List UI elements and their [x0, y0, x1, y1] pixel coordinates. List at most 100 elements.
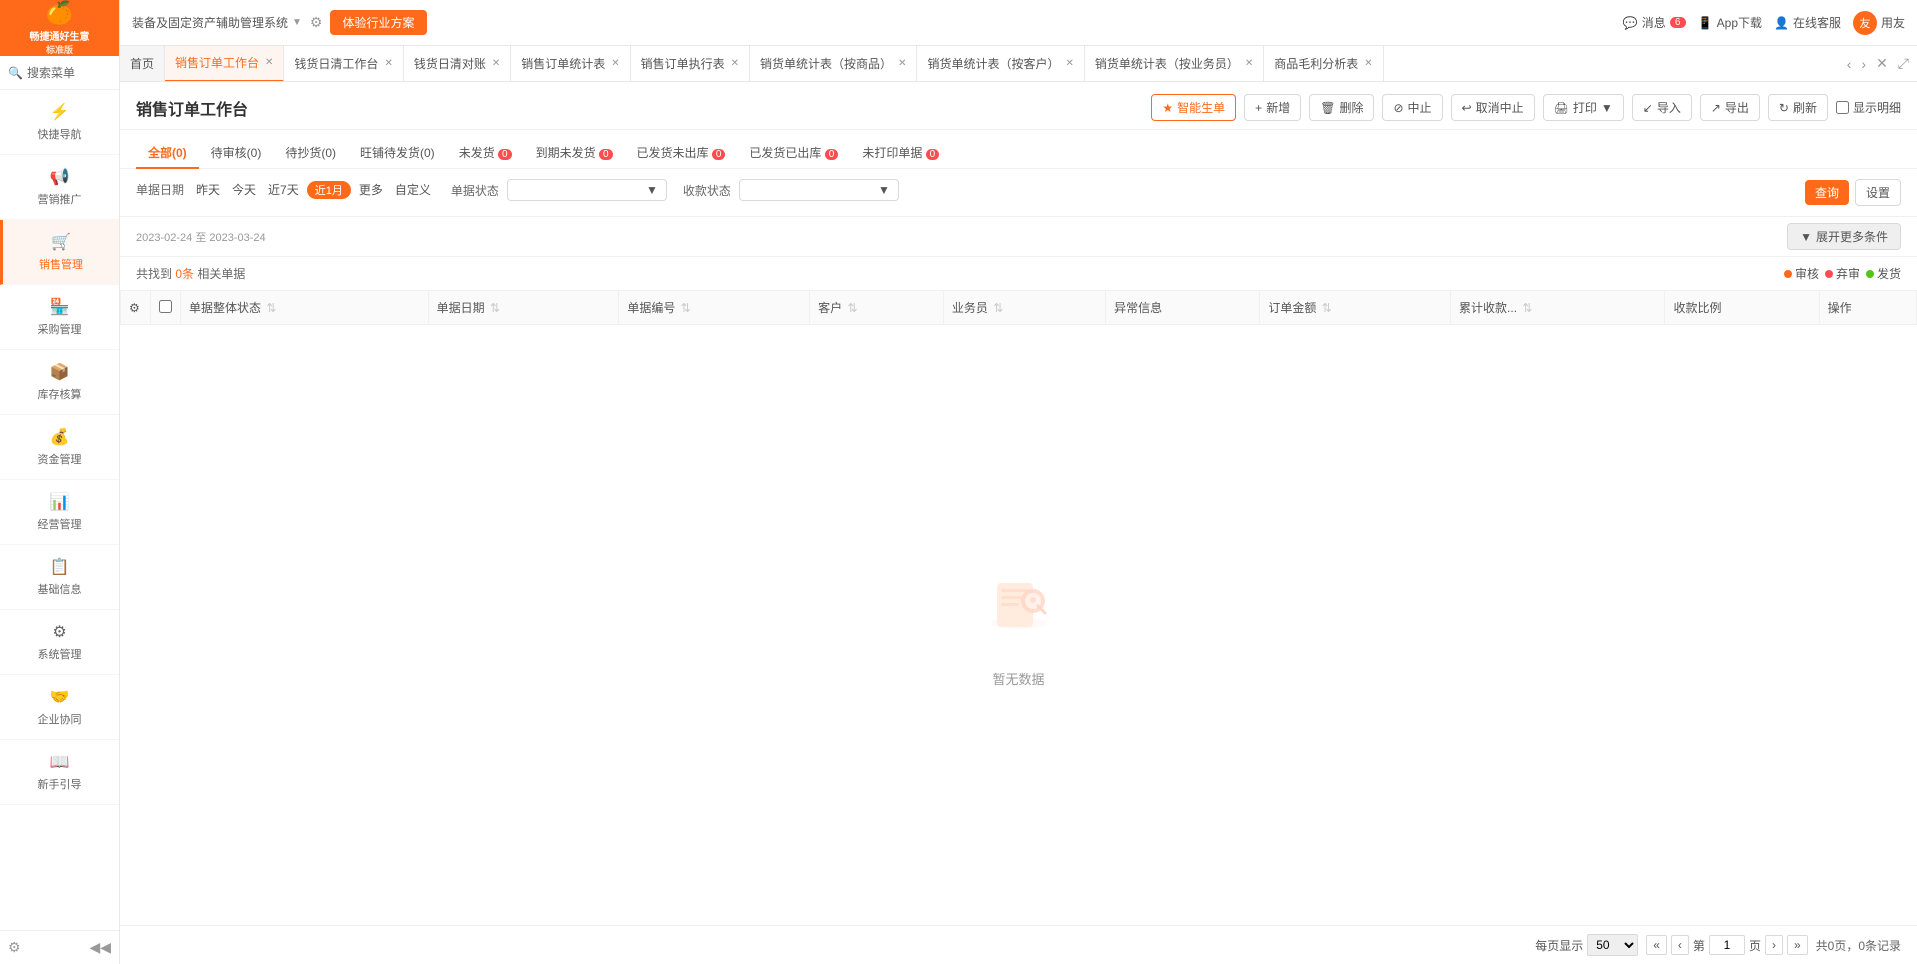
tab-close-cash-daily[interactable]: ✕ — [384, 58, 392, 69]
next-page-btn[interactable]: › — [1765, 935, 1783, 955]
sidebar-item-sales[interactable]: 🛒 销售管理 — [0, 220, 119, 285]
filter-status-select[interactable]: ▼ — [507, 179, 667, 201]
sidebar-item-quick-nav[interactable]: ⚡ 快捷导航 — [0, 90, 119, 155]
sidebar-item-operations[interactable]: 📊 经营管理 — [0, 480, 119, 545]
select-all-checkbox[interactable] — [159, 300, 172, 313]
ship-btn[interactable]: 发货 — [1866, 265, 1901, 282]
tab-sales-summary-product[interactable]: 销货单统计表（按商品） ✕ — [750, 46, 917, 82]
refresh-btn[interactable]: ↻ 刷新 — [1768, 94, 1828, 121]
tab-close-sales-summary-staff[interactable]: ✕ — [1245, 58, 1253, 69]
table-scroll[interactable]: ⚙ 单据整体状态 ⇅ 单据日期 ⇅ — [120, 290, 1917, 325]
tab-close-all-btn[interactable]: ✕ — [1872, 51, 1892, 76]
tab-gross-analysis[interactable]: 商品毛利分析表 ✕ — [1264, 46, 1383, 82]
smart-btn[interactable]: ★ 智能生单 — [1151, 94, 1236, 121]
date-btn-1month[interactable]: 近1月 — [307, 181, 351, 199]
th-gear[interactable]: ⚙ — [121, 291, 151, 325]
sidebar-item-marketing[interactable]: 📢 营销推广 — [0, 155, 119, 220]
tab-sales-exec[interactable]: 销售订单执行表 ✕ — [631, 46, 750, 82]
tab-next-btn[interactable]: › — [1857, 52, 1870, 76]
import-btn[interactable]: ↙ 导入 — [1632, 94, 1692, 121]
print-icon: 🖨 — [1554, 101, 1569, 115]
sidebar-item-purchase[interactable]: 🏪 采购管理 — [0, 285, 119, 350]
subtab-all[interactable]: 全部(0) — [136, 138, 199, 169]
sidebar-item-basic[interactable]: 📋 基础信息 — [0, 545, 119, 610]
suspend-btn[interactable]: ⊘ 中止 — [1382, 94, 1442, 121]
tab-close-sales-exec[interactable]: ✕ — [731, 58, 739, 69]
print-btn[interactable]: 🖨 打印 ▼ — [1543, 94, 1624, 121]
sidebar-item-inventory[interactable]: 📦 库存核算 — [0, 350, 119, 415]
th-status[interactable]: 单据整体状态 ⇅ — [181, 291, 429, 325]
date-btn-more[interactable]: 更多 — [355, 179, 387, 200]
tab-sales-stats[interactable]: 销售订单统计表 ✕ — [511, 46, 630, 82]
subtab-not-shipped[interactable]: 未发货 0 — [447, 138, 524, 169]
th-customer[interactable]: 客户 ⇅ — [810, 291, 944, 325]
tab-close-sales-stats[interactable]: ✕ — [611, 58, 619, 69]
topbar-message[interactable]: 💬 消息 6 — [1623, 14, 1686, 31]
subtab-wangpu[interactable]: 旺铺待发货(0) — [348, 138, 447, 169]
sidebar-settings-btn[interactable]: ⚙ — [8, 939, 21, 956]
tab-prev-btn[interactable]: ‹ — [1843, 52, 1856, 76]
filter-payment-select[interactable]: ▼ — [739, 179, 899, 201]
sidebar-item-enterprise[interactable]: 🤝 企业协同 — [0, 675, 119, 740]
topbar-user[interactable]: 友 用友 — [1853, 11, 1905, 35]
topbar-gear-icon[interactable]: ⚙ — [310, 14, 323, 31]
date-btn-7days[interactable]: 近7天 — [264, 179, 303, 200]
th-date[interactable]: 单据日期 ⇅ — [428, 291, 619, 325]
tab-sales-workbench[interactable]: 销售订单工作台 ✕ — [165, 46, 284, 82]
th-staff[interactable]: 业务员 ⇅ — [943, 291, 1105, 325]
subtab-overdue[interactable]: 到期未发货 0 — [524, 138, 625, 169]
star-icon: ★ — [1162, 101, 1173, 115]
subtab-pending-inspect[interactable]: 待抄货(0) — [273, 138, 348, 169]
query-btn[interactable]: 查询 — [1805, 180, 1849, 205]
subtab-shipped-not-out[interactable]: 已发货未出库 0 — [625, 138, 738, 169]
prev-page-btn[interactable]: ‹ — [1671, 935, 1689, 955]
search-menu[interactable]: 🔍 搜索菜单 — [0, 56, 119, 90]
tab-close-cash-reconcile[interactable]: ✕ — [492, 58, 500, 69]
th-collected[interactable]: 累计收款... ⇅ — [1451, 291, 1665, 325]
delete-btn[interactable]: 🗑 删除 — [1309, 94, 1374, 121]
tab-close-sales-summary-customer[interactable]: ✕ — [1065, 58, 1073, 69]
subtab-not-printed[interactable]: 未打印单据 0 — [850, 138, 951, 169]
app-icon: 📱 — [1698, 16, 1713, 30]
sidebar-item-system[interactable]: ⚙ 系统管理 — [0, 610, 119, 675]
th-number[interactable]: 单据编号 ⇅ — [619, 291, 810, 325]
tab-sales-summary-staff[interactable]: 销货单统计表（按业务员） ✕ — [1085, 46, 1264, 82]
sales-icon: 🛒 — [51, 232, 71, 252]
sidebar-item-guide[interactable]: 📖 新手引导 — [0, 740, 119, 805]
date-btn-custom[interactable]: 自定义 — [391, 179, 435, 200]
marketing-icon: 📢 — [50, 167, 70, 187]
review-btn[interactable]: 审核 — [1784, 265, 1819, 282]
page-input[interactable] — [1709, 935, 1745, 955]
first-page-btn[interactable]: « — [1646, 935, 1667, 955]
tab-sales-summary-customer[interactable]: 销货单统计表（按客户） ✕ — [917, 46, 1084, 82]
th-amount[interactable]: 订单金额 ⇅ — [1260, 291, 1451, 325]
date-btn-yesterday[interactable]: 昨天 — [192, 179, 224, 200]
cancel-suspend-btn[interactable]: ↩ 取消中止 — [1451, 94, 1535, 121]
sidebar-item-finance[interactable]: 💰 资金管理 — [0, 415, 119, 480]
tab-close-sales-workbench[interactable]: ✕ — [265, 57, 273, 68]
settings-btn[interactable]: 设置 — [1855, 179, 1901, 206]
topbar-app-download[interactable]: 📱 App下载 — [1698, 14, 1762, 31]
show-detail-label[interactable]: 显示明细 — [1836, 99, 1901, 116]
tab-cash-reconcile[interactable]: 钱货日清对账 ✕ — [404, 46, 511, 82]
last-page-btn[interactable]: » — [1787, 935, 1808, 955]
cancel-review-btn[interactable]: 弃审 — [1825, 265, 1860, 282]
tab-close-gross-analysis[interactable]: ✕ — [1364, 58, 1372, 69]
experience-btn[interactable]: 体验行业方案 — [330, 10, 426, 35]
show-detail-checkbox[interactable] — [1836, 101, 1849, 114]
page-size-dropdown[interactable]: 20 50 100 — [1587, 934, 1638, 956]
sidebar-collapse-btn[interactable]: ◀◀ — [89, 939, 111, 956]
date-btn-today[interactable]: 今天 — [228, 179, 260, 200]
subtab-shipped-out[interactable]: 已发货已出库 0 — [737, 138, 850, 169]
tab-cash-daily[interactable]: 钱货日清工作台 ✕ — [284, 46, 403, 82]
expand-btn[interactable]: ▼ 展开更多条件 — [1787, 223, 1901, 250]
main-area: 装备及固定资产辅助管理系统 ▼ ⚙ 体验行业方案 💬 消息 6 📱 App下载 … — [120, 0, 1917, 964]
subtab-pending-review[interactable]: 待审核(0) — [199, 138, 274, 169]
topbar-online-service[interactable]: 👤 在线客服 — [1774, 14, 1841, 31]
tab-home[interactable]: 首页 — [120, 46, 165, 82]
th-checkbox[interactable] — [151, 291, 181, 325]
tab-close-sales-summary-product[interactable]: ✕ — [898, 58, 906, 69]
add-btn[interactable]: + 新增 — [1244, 94, 1301, 121]
tab-fullscreen-btn[interactable]: ⤢ — [1894, 51, 1913, 76]
export-btn[interactable]: ↗ 导出 — [1700, 94, 1760, 121]
